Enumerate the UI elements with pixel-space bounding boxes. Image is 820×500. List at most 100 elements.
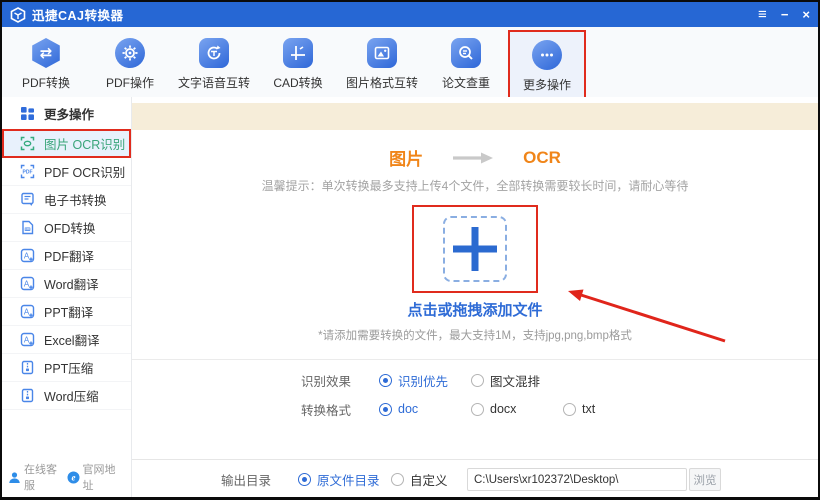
svg-text:A: A bbox=[24, 307, 30, 316]
settings-divider bbox=[132, 359, 818, 360]
radio-source-folder[interactable]: 原文件目录 bbox=[298, 470, 391, 489]
ofd-document-icon: OFD bbox=[20, 220, 35, 235]
sidebar-footer: 在线客服 e 官网地址 bbox=[2, 461, 131, 493]
sidebar-item-label: PDF OCR识别 bbox=[44, 162, 125, 181]
sidebar-item-word-compress[interactable]: Word压缩 bbox=[2, 382, 131, 410]
sidebar-item-pdf-translate[interactable]: A PDF翻译 bbox=[2, 242, 131, 270]
sidebar-item-label: Word翻译 bbox=[44, 274, 99, 293]
customer-service-icon bbox=[8, 471, 21, 484]
output-path-input[interactable] bbox=[467, 468, 687, 491]
minimize-icon[interactable]: − bbox=[781, 8, 789, 21]
radio-mixed-layout[interactable]: 图文混排 bbox=[471, 371, 563, 390]
sidebar-item-label: OFD转换 bbox=[44, 218, 95, 237]
translate-icon: A bbox=[20, 276, 35, 291]
sidebar-item-more-actions[interactable]: 更多操作 bbox=[2, 97, 131, 129]
add-file-label[interactable]: 点击或拖拽添加文件 bbox=[132, 299, 818, 320]
svg-text:A: A bbox=[24, 335, 30, 344]
radio-icon bbox=[298, 473, 311, 486]
sidebar-item-label: PPT压缩 bbox=[44, 358, 93, 377]
radio-txt[interactable]: txt bbox=[563, 402, 655, 416]
radio-icon bbox=[471, 374, 484, 387]
app-window: 迅捷CAJ转换器 ≡ − × ⇄ PDF转换 PDF操作 文字语音互转 bbox=[0, 0, 820, 500]
sidebar-item-ppt-compress[interactable]: PPT压缩 bbox=[2, 354, 131, 382]
target-format-label: OCR bbox=[523, 148, 561, 168]
compress-icon bbox=[20, 388, 35, 403]
close-icon[interactable]: × bbox=[802, 8, 810, 21]
svg-text:e: e bbox=[71, 472, 75, 482]
sidebar-item-pdf-ocr[interactable]: PDF PDF OCR识别 bbox=[2, 158, 131, 186]
sidebar-item-label: 图片 OCR识别 bbox=[44, 134, 125, 153]
translate-icon: A bbox=[20, 248, 35, 263]
paper-check-icon bbox=[451, 38, 481, 68]
radio-recognition-priority[interactable]: 识别优先 bbox=[379, 371, 471, 390]
app-logo-icon bbox=[10, 7, 26, 23]
sidebar-item-ofd-convert[interactable]: OFD OFD转换 bbox=[2, 214, 131, 242]
translate-icon: A bbox=[20, 332, 35, 347]
output-dir-label: 输出目录 bbox=[221, 470, 298, 489]
official-website-link[interactable]: e 官网地址 bbox=[67, 461, 126, 493]
cad-convert-icon bbox=[283, 38, 313, 68]
sidebar-item-label: 电子书转换 bbox=[44, 190, 107, 209]
menu-icon[interactable]: ≡ bbox=[758, 7, 767, 22]
titlebar: 迅捷CAJ转换器 ≡ − × bbox=[2, 2, 818, 27]
svg-text:OFD: OFD bbox=[25, 227, 31, 231]
main-panel: 图片 OCR 温馨提示：单次转换最多支持上传4个文件，全部转换需要较长时间，请耐… bbox=[132, 97, 818, 499]
radio-icon bbox=[379, 403, 392, 416]
tab-text-speech[interactable]: 文字语音互转 bbox=[172, 27, 256, 91]
online-service-link[interactable]: 在线客服 bbox=[8, 461, 67, 493]
tab-image-format[interactable]: 图片格式互转 bbox=[340, 27, 424, 91]
app-title: 迅捷CAJ转换器 bbox=[32, 5, 124, 24]
arrow-right-icon bbox=[453, 152, 493, 164]
add-file-dropzone[interactable] bbox=[443, 216, 507, 282]
tab-paper-check[interactable]: 论文查重 bbox=[424, 27, 508, 91]
e-globe-icon: e bbox=[67, 471, 80, 484]
toolbar: ⇄ PDF转换 PDF操作 文字语音互转 CAD转换 图片格式互转 bbox=[2, 27, 818, 97]
svg-text:PDF: PDF bbox=[23, 170, 33, 176]
notice-strip bbox=[132, 103, 818, 130]
sidebar-item-excel-translate[interactable]: A Excel翻译 bbox=[2, 326, 131, 354]
text-speech-icon bbox=[199, 38, 229, 68]
sidebar-item-label: 更多操作 bbox=[44, 104, 94, 123]
sidebar-item-ppt-translate[interactable]: A PPT翻译 bbox=[2, 298, 131, 326]
sidebar-item-image-ocr[interactable]: 图片 OCR识别 bbox=[2, 129, 131, 158]
radio-icon bbox=[379, 374, 392, 387]
output-bar: 输出目录 原文件目录 自定义 浏览 bbox=[132, 459, 818, 499]
sidebar-item-label: PPT翻译 bbox=[44, 302, 93, 321]
tab-more-actions[interactable]: 更多操作 bbox=[508, 30, 586, 101]
source-format-label: 图片 bbox=[389, 145, 423, 170]
grid-icon bbox=[20, 106, 35, 121]
radio-custom-folder[interactable]: 自定义 bbox=[391, 470, 467, 489]
hint-text: 温馨提示：单次转换最多支持上传4个文件，全部转换需要较长时间，请耐心等待 bbox=[132, 177, 818, 194]
plus-icon bbox=[453, 227, 497, 271]
pdf-ocr-scan-icon: PDF bbox=[20, 164, 35, 179]
radio-icon bbox=[471, 403, 484, 416]
sidebar-item-label: Excel翻译 bbox=[44, 330, 100, 349]
tab-pdf-convert[interactable]: ⇄ PDF转换 bbox=[4, 27, 88, 91]
dropzone-highlight-box bbox=[412, 205, 538, 293]
tab-pdf-operations[interactable]: PDF操作 bbox=[88, 27, 172, 91]
radio-docx[interactable]: docx bbox=[471, 402, 563, 416]
radio-icon bbox=[563, 403, 576, 416]
ebook-convert-icon bbox=[20, 192, 35, 207]
more-actions-icon bbox=[532, 40, 562, 70]
sidebar-item-word-translate[interactable]: A Word翻译 bbox=[2, 270, 131, 298]
pdf-operations-icon bbox=[115, 38, 145, 68]
conversion-title: 图片 OCR bbox=[132, 145, 818, 170]
effect-setting-row: 识别效果 识别优先 图文混排 bbox=[132, 371, 818, 389]
radio-icon bbox=[391, 473, 404, 486]
format-setting-row: 转换格式 doc docx txt bbox=[132, 400, 818, 418]
svg-text:A: A bbox=[24, 279, 30, 288]
sidebar-item-label: Word压缩 bbox=[44, 386, 99, 405]
svg-text:A: A bbox=[24, 251, 30, 260]
browse-button[interactable]: 浏览 bbox=[689, 468, 721, 491]
sidebar-item-ebook-convert[interactable]: 电子书转换 bbox=[2, 186, 131, 214]
sidebar: 更多操作 图片 OCR识别 PDF PDF OCR识别 电子书转换 bbox=[2, 97, 132, 499]
effect-label: 识别效果 bbox=[301, 371, 379, 390]
image-format-icon bbox=[367, 38, 397, 68]
sidebar-item-label: PDF翻译 bbox=[44, 246, 94, 265]
image-ocr-scan-icon bbox=[20, 136, 35, 151]
format-label: 转换格式 bbox=[301, 400, 379, 419]
radio-doc[interactable]: doc bbox=[379, 402, 471, 416]
translate-icon: A bbox=[20, 304, 35, 319]
tab-cad-convert[interactable]: CAD转换 bbox=[256, 27, 340, 91]
